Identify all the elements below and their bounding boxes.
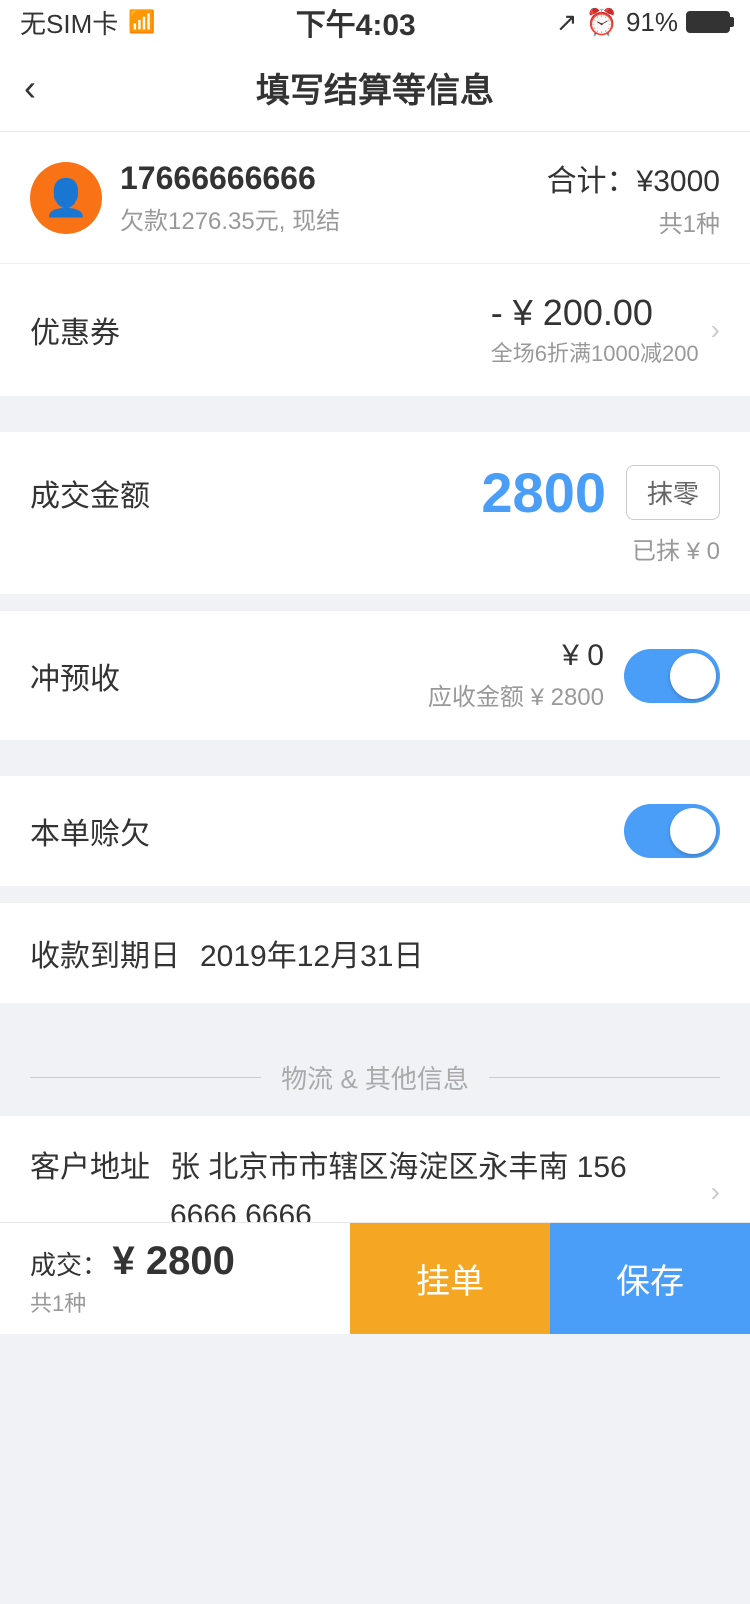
defer-toggle-knob bbox=[670, 808, 716, 854]
amount-value: 2800 bbox=[481, 460, 606, 525]
coupon-desc: 全场6折满1000减200 bbox=[491, 336, 699, 368]
logistics-title: 物流 & 其他信息 bbox=[281, 1059, 469, 1096]
customer-card: 👤 17666666666 欠款1276.35元, 现结 合计：¥3000 共1… bbox=[0, 132, 750, 396]
amount-right: 2800 抹零 bbox=[481, 460, 720, 525]
customer-phone: 17666666666 bbox=[120, 160, 340, 197]
precharge-toggle-knob bbox=[670, 653, 716, 699]
duedate-value: 2019年12月31日 bbox=[200, 931, 423, 975]
total-count: 共1种 bbox=[547, 204, 720, 239]
precharge-label: 冲预收 bbox=[30, 654, 120, 698]
amount-label: 成交金额 bbox=[30, 471, 150, 515]
bottom-bar: 成交： ¥ 2800 共1种 挂单 保存 bbox=[0, 1222, 750, 1334]
customer-sub: 欠款1276.35元, 现结 bbox=[120, 201, 340, 236]
main-content: 👤 17666666666 欠款1276.35元, 现结 合计：¥3000 共1… bbox=[0, 132, 750, 1604]
alarm-icon: ⏰ bbox=[586, 7, 618, 38]
coupon-right: - ¥ 200.00 全场6折满1000减200 › bbox=[491, 292, 720, 368]
precharge-amount-group: ¥ 0 应收金额 ¥ 2800 bbox=[428, 639, 604, 712]
nav-bar: ‹ 填写结算等信息 bbox=[0, 44, 750, 132]
pending-button[interactable]: 挂单 bbox=[350, 1223, 550, 1334]
round-button[interactable]: 抹零 bbox=[626, 465, 720, 520]
bottom-deal-amount: ¥ 2800 bbox=[112, 1239, 234, 1283]
save-button[interactable]: 保存 bbox=[550, 1223, 750, 1334]
bottom-summary: 成交： ¥ 2800 共1种 bbox=[0, 1239, 350, 1318]
status-right: ↗ ⏰ 91% bbox=[556, 7, 730, 38]
location-icon: ↗ bbox=[556, 7, 578, 38]
battery-percent: 91% bbox=[626, 7, 678, 38]
total-amount: 合计：¥3000 bbox=[547, 156, 720, 200]
customer-left: 👤 17666666666 欠款1276.35元, 现结 bbox=[30, 160, 340, 236]
precharge-toggle[interactable] bbox=[624, 649, 720, 703]
duedate-row: 收款到期日 2019年12月31日 bbox=[0, 902, 750, 1003]
bottom-deal-row: 成交： ¥ 2800 bbox=[30, 1239, 320, 1284]
precharge-row: 冲预收 ¥ 0 应收金额 ¥ 2800 bbox=[0, 611, 750, 740]
amount-section: 成交金额 2800 抹零 已抹 ¥ 0 bbox=[0, 432, 750, 594]
coupon-arrow-icon: › bbox=[711, 314, 720, 346]
logistics-line-left bbox=[30, 1077, 261, 1078]
logistics-header: 物流 & 其他信息 bbox=[0, 1039, 750, 1116]
bottom-deal-label: 成交： bbox=[30, 1250, 108, 1280]
battery-icon bbox=[686, 11, 730, 33]
wifi-icon: 📶 bbox=[128, 9, 155, 35]
avatar: 👤 bbox=[30, 162, 102, 234]
coupon-row[interactable]: 优惠券 - ¥ 200.00 全场6折满1000减200 › bbox=[0, 263, 750, 396]
defer-toggle[interactable] bbox=[624, 804, 720, 858]
section-gap-2 bbox=[0, 756, 750, 776]
coupon-discount: - ¥ 200.00 bbox=[491, 292, 699, 334]
carrier-text: 无SIM卡 bbox=[20, 4, 118, 41]
pending-label: 挂单 bbox=[416, 1254, 484, 1303]
precharge-value: ¥ 0 bbox=[428, 639, 604, 673]
section-gap-3 bbox=[0, 1019, 750, 1039]
defer-label: 本单赊欠 bbox=[30, 809, 150, 853]
logistics-line-right bbox=[489, 1077, 720, 1078]
section-gap-1 bbox=[0, 412, 750, 432]
customer-info: 17666666666 欠款1276.35元, 现结 bbox=[120, 160, 340, 236]
status-time: 下午4:03 bbox=[296, 0, 416, 44]
defer-row: 本单赊欠 bbox=[0, 776, 750, 886]
precharge-sub: 应收金额 ¥ 2800 bbox=[428, 677, 604, 712]
duedate-label: 收款到期日 bbox=[30, 931, 180, 975]
customer-row: 👤 17666666666 欠款1276.35元, 现结 合计：¥3000 共1… bbox=[0, 132, 750, 263]
precharge-right: ¥ 0 应收金额 ¥ 2800 bbox=[428, 639, 720, 712]
customer-right: 合计：¥3000 共1种 bbox=[547, 156, 720, 239]
address-arrow-icon: › bbox=[711, 1176, 720, 1208]
status-left: 无SIM卡 📶 bbox=[20, 4, 156, 41]
amount-row: 成交金额 2800 抹零 bbox=[30, 460, 720, 525]
back-button[interactable]: ‹ bbox=[24, 67, 36, 109]
bottom-btn-group: 挂单 保存 bbox=[350, 1223, 750, 1334]
coupon-label: 优惠券 bbox=[30, 308, 120, 352]
amount-sub-text: 已抹 ¥ 0 bbox=[632, 538, 720, 565]
address-label: 客户地址 bbox=[30, 1144, 150, 1192]
save-label: 保存 bbox=[616, 1254, 684, 1303]
bottom-deal-count: 共1种 bbox=[30, 1286, 320, 1318]
status-bar: 无SIM卡 📶 下午4:03 ↗ ⏰ 91% bbox=[0, 0, 750, 44]
page-title: 填写结算等信息 bbox=[256, 63, 494, 112]
